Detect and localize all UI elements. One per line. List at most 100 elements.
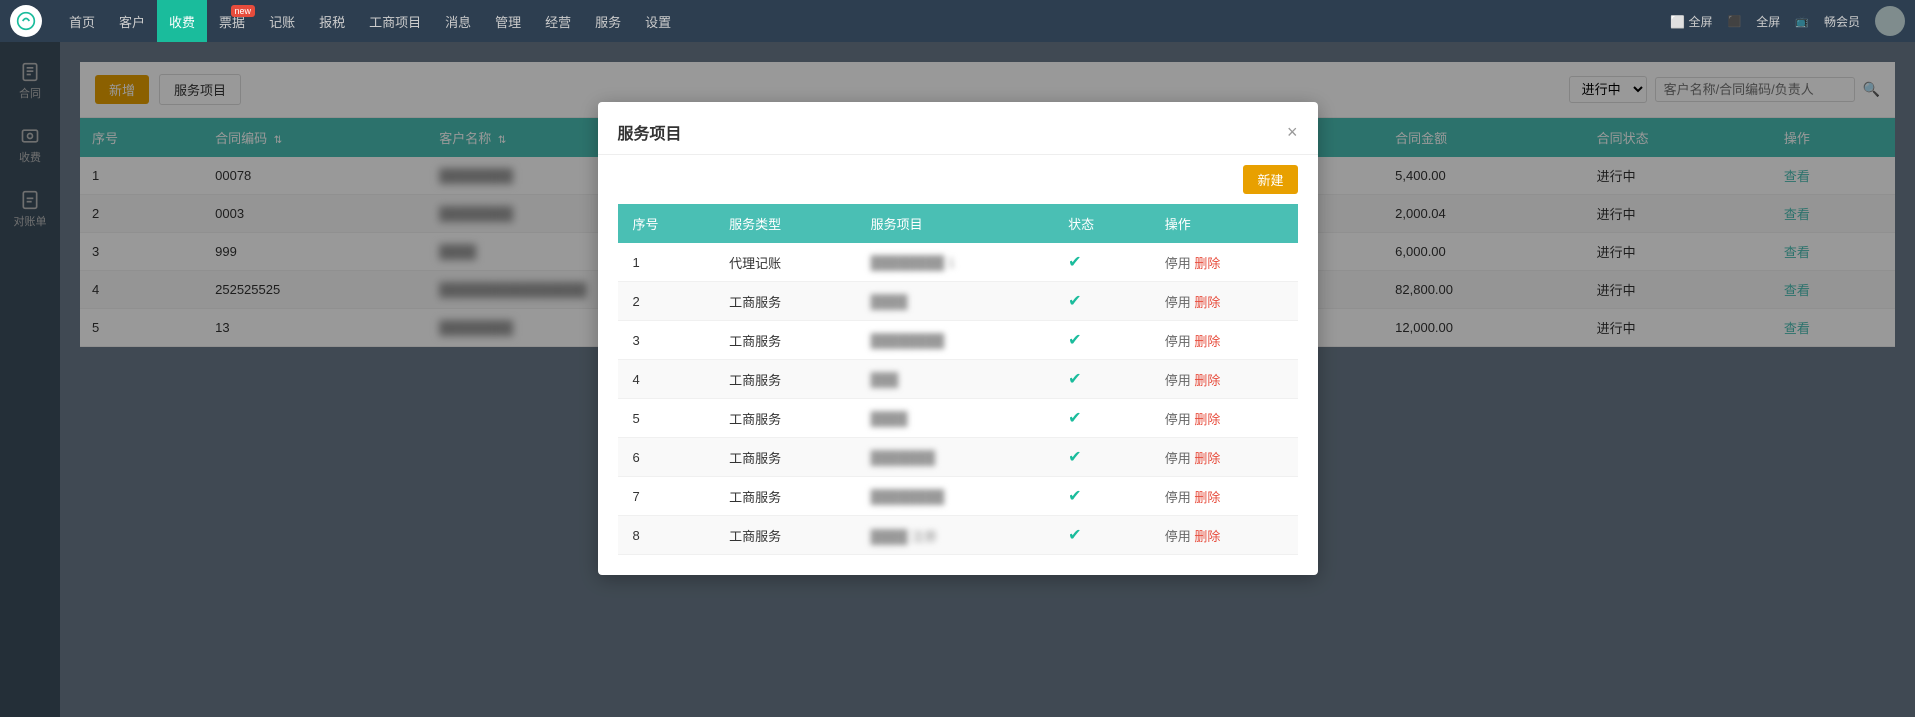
user-avatar[interactable] [1875,6,1905,36]
status-active-icon: ✔ [1068,449,1081,466]
status-active-icon: ✔ [1068,527,1081,544]
status-active-icon: ✔ [1068,254,1081,271]
modal-cell-seq: 3 [618,321,715,360]
delete-button[interactable]: 删除 [1194,370,1220,389]
modal-col-type: 服务类型 [714,204,855,243]
modal-new-button[interactable]: 新建 [1243,165,1297,194]
nav-operation[interactable]: 经营 [533,0,583,42]
modal-cell-seq: 2 [618,282,715,321]
stop-button[interactable]: 停用 [1165,409,1191,428]
status-active-icon: ✔ [1068,410,1081,427]
modal-cell-item: ███ [856,360,1054,399]
modal-cell-type: 代理记账 [714,243,855,282]
modal-cell-type: 工商服务 [714,399,855,438]
member-label[interactable]: 全屏 [1756,13,1780,30]
nav-invoice[interactable]: 票据 new [207,0,257,42]
modal-cell-status: ✔ [1053,399,1150,438]
modal-cell-status: ✔ [1053,321,1150,360]
modal-cell-status: ✔ [1053,360,1150,399]
status-active-icon: ✔ [1068,371,1081,388]
list-item: 8 工商服务 ████ 注册 ✔ 停用 删除 [618,516,1298,555]
modal-cell-type: 工商服务 [714,360,855,399]
modal-col-item: 服务项目 [856,204,1054,243]
stop-button[interactable]: 停用 [1165,292,1191,311]
modal-cell-item: ████ [856,282,1054,321]
modal-title: 服务项目 [618,120,682,144]
modal-cell-seq: 1 [618,243,715,282]
modal-cell-action[interactable]: 停用 删除 [1150,282,1298,321]
nav-manage[interactable]: 管理 [483,0,533,42]
modal-close-button[interactable]: × [1287,123,1298,141]
delete-button[interactable]: 删除 [1194,487,1220,506]
modal-cell-seq: 6 [618,438,715,477]
modal-header: 服务项目 × [598,102,1318,155]
modal-cell-item: ████████ [856,477,1054,516]
main-layout: 合同 收费 对账单 新增 服务项目 [0,42,1915,717]
nav-home[interactable]: 首页 [57,0,107,42]
modal-cell-item: ███████ [856,438,1054,477]
modal-cell-type: 工商服务 [714,321,855,360]
nav-customer[interactable]: 客户 [107,0,157,42]
delete-button[interactable]: 删除 [1194,331,1220,350]
modal-cell-action[interactable]: 停用 删除 [1150,360,1298,399]
stop-button[interactable]: 停用 [1165,370,1191,389]
status-active-icon: ✔ [1068,332,1081,349]
nav-message[interactable]: 消息 [433,0,483,42]
modal-cell-status: ✔ [1053,438,1150,477]
nav-fee[interactable]: 收费 [157,0,207,42]
modal-col-action: 操作 [1150,204,1298,243]
modal-cell-status: ✔ [1053,516,1150,555]
service-items-modal: 服务项目 × 新建 序号 服务类型 服务项目 状态 [598,102,1318,575]
list-item: 3 工商服务 ████████ ✔ 停用 删除 [618,321,1298,360]
modal-cell-type: 工商服务 [714,516,855,555]
modal-cell-item: ████████ [856,321,1054,360]
status-active-icon: ✔ [1068,488,1081,505]
nav-tax[interactable]: 报税 [307,0,357,42]
delete-button[interactable]: 删除 [1194,253,1220,272]
fullscreen-btn[interactable]: ⬜ 全屏 [1670,13,1712,30]
modal-cell-seq: 7 [618,477,715,516]
delete-button[interactable]: 删除 [1194,292,1220,311]
list-item: 2 工商服务 ████ ✔ 停用 删除 [618,282,1298,321]
stop-button[interactable]: 停用 [1165,448,1191,467]
top-nav: 首页 客户 收费 票据 new 记账 报税 工商项目 消息 管理 经营 服务 设… [0,0,1915,42]
modal-body: 序号 服务类型 服务项目 状态 操作 1 代理记账 ████████ 1 ✔ [598,204,1318,575]
modal-cell-action[interactable]: 停用 删除 [1150,438,1298,477]
modal-cell-seq: 5 [618,399,715,438]
modal-cell-item: ████ [856,399,1054,438]
modal-cell-type: 工商服务 [714,477,855,516]
nav-service[interactable]: 服务 [583,0,633,42]
modal-cell-action[interactable]: 停用 删除 [1150,477,1298,516]
nav-settings[interactable]: 设置 [633,0,683,42]
modal-cell-type: 工商服务 [714,282,855,321]
modal-cell-action[interactable]: 停用 删除 [1150,399,1298,438]
logo-icon [10,5,42,37]
new-badge: new [231,5,256,17]
status-active-icon: ✔ [1068,293,1081,310]
modal-cell-item: ████████ 1 [856,243,1054,282]
list-item: 4 工商服务 ███ ✔ 停用 删除 [618,360,1298,399]
delete-button[interactable]: 删除 [1194,526,1220,545]
delete-button[interactable]: 删除 [1194,448,1220,467]
stop-button[interactable]: 停用 [1165,526,1191,545]
stop-button[interactable]: 停用 [1165,487,1191,506]
modal-cell-action[interactable]: 停用 删除 [1150,243,1298,282]
modal-cell-status: ✔ [1053,477,1150,516]
modal-cell-action[interactable]: 停用 删除 [1150,321,1298,360]
modal-toolbar: 新建 [598,155,1318,204]
modal-cell-action[interactable]: 停用 删除 [1150,516,1298,555]
nav-business[interactable]: 工商项目 [357,0,433,42]
modal-cell-status: ✔ [1053,243,1150,282]
delete-button[interactable]: 删除 [1194,409,1220,428]
modal-overlay[interactable]: 服务项目 × 新建 序号 服务类型 服务项目 状态 [60,42,1915,717]
nav-bookkeeping[interactable]: 记账 [257,0,307,42]
stop-button[interactable]: 停用 [1165,253,1191,272]
service-items-table: 序号 服务类型 服务项目 状态 操作 1 代理记账 ████████ 1 ✔ [618,204,1298,555]
modal-cell-status: ✔ [1053,282,1150,321]
modal-col-status: 状态 [1053,204,1150,243]
modal-cell-item: ████ 注册 [856,516,1054,555]
stop-button[interactable]: 停用 [1165,331,1191,350]
modal-cell-type: 工商服务 [714,438,855,477]
list-item: 7 工商服务 ████████ ✔ 停用 删除 [618,477,1298,516]
member-text[interactable]: 畅会员 [1824,13,1860,30]
